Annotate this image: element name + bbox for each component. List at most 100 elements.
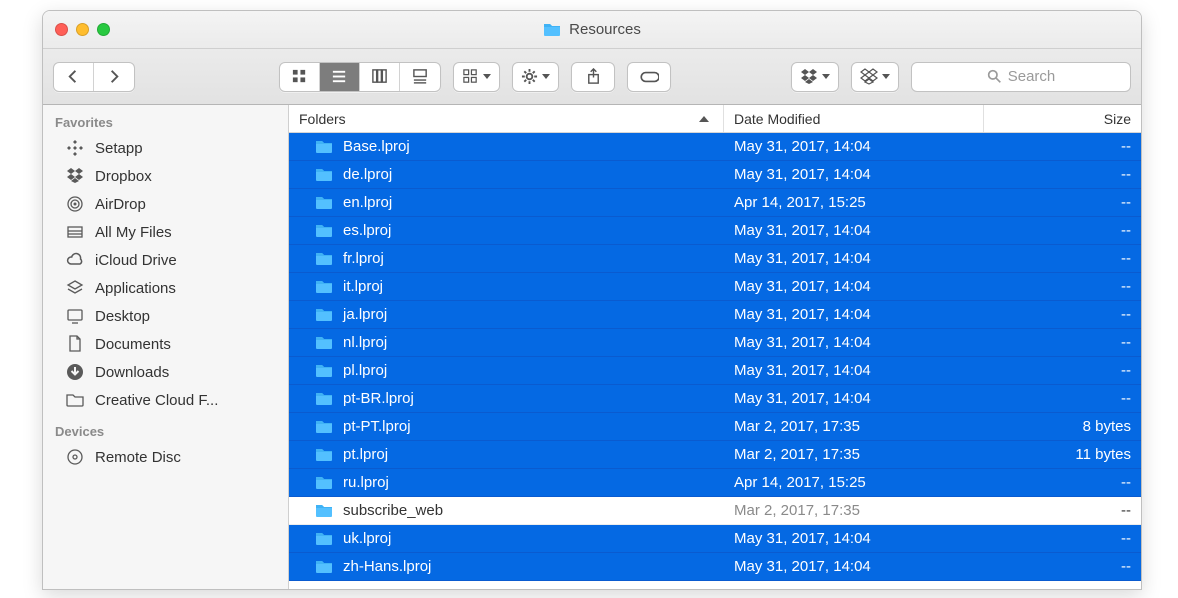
folder-sel-icon [315,362,333,380]
action-button[interactable] [512,62,559,92]
cell-name: pt-BR.lproj [289,385,724,412]
table-row[interactable]: ja.lprojMay 31, 2017, 14:04-- [289,301,1141,329]
file-name: fr.lproj [343,250,384,267]
share-button[interactable] [571,62,615,92]
column-header-date[interactable]: Date Modified [724,105,984,132]
table-row[interactable]: de.lprojMay 31, 2017, 14:04-- [289,161,1141,189]
sidebar-item[interactable]: Desktop [43,302,288,330]
column-header-name[interactable]: Folders [289,105,724,132]
sidebar-item[interactable]: Remote Disc [43,443,288,471]
file-name: zh-Hans.lproj [343,558,431,575]
folder-sel-icon [315,194,333,212]
folder-sel-icon [315,474,333,492]
cell-size: -- [984,161,1141,188]
table-row[interactable]: pt.lprojMar 2, 2017, 17:3511 bytes [289,441,1141,469]
sidebar: FavoritesSetappDropboxAirDropAll My File… [43,105,289,589]
maximize-button[interactable] [97,23,110,36]
documents-icon [65,335,85,353]
folder-sel-icon [315,418,333,436]
cell-size: -- [984,497,1141,524]
sidebar-item[interactable]: Downloads [43,358,288,386]
cell-name: uk.lproj [289,525,724,552]
cell-size: 11 bytes [984,441,1141,468]
cell-date: May 31, 2017, 14:04 [724,357,984,384]
table-row[interactable]: uk.lprojMay 31, 2017, 14:04-- [289,525,1141,553]
arrange-icon [462,68,479,85]
chevron-down-icon [483,74,491,79]
minimize-button[interactable] [76,23,89,36]
sidebar-item-label: All My Files [95,224,172,241]
sidebar-item[interactable]: Applications [43,274,288,302]
coverflow-view-button[interactable] [400,63,440,91]
folder-sel-icon [315,222,333,240]
sidebar-item[interactable]: Dropbox [43,162,288,190]
dropbox-icon [800,68,818,86]
cell-date: Apr 14, 2017, 15:25 [724,469,984,496]
table-row[interactable]: Base.lprojMay 31, 2017, 14:04-- [289,133,1141,161]
table-row[interactable]: nl.lprojMay 31, 2017, 14:04-- [289,329,1141,357]
search-field[interactable]: Search [911,62,1131,92]
table-row[interactable]: ru.lprojApr 14, 2017, 15:25-- [289,469,1141,497]
table-row[interactable]: subscribe_webMar 2, 2017, 17:35-- [289,497,1141,525]
column-view-button[interactable] [360,63,400,91]
allfiles-icon [65,223,85,241]
table-row[interactable]: en.lprojApr 14, 2017, 15:25-- [289,189,1141,217]
sidebar-item-label: Documents [95,336,171,353]
cell-name: fr.lproj [289,245,724,272]
folder-sel-icon [315,250,333,268]
arrange-button[interactable] [453,62,500,92]
titlebar: Resources [43,11,1141,49]
cell-name: ja.lproj [289,301,724,328]
folder-sel-icon [315,530,333,548]
cell-size: -- [984,189,1141,216]
table-row[interactable]: es.lprojMay 31, 2017, 14:04-- [289,217,1141,245]
forward-button[interactable] [94,63,134,91]
rows-container: Base.lprojMay 31, 2017, 14:04--de.lprojM… [289,133,1141,589]
table-row[interactable]: fr.lprojMay 31, 2017, 14:04-- [289,245,1141,273]
file-name: de.lproj [343,166,392,183]
sidebar-item[interactable]: AirDrop [43,190,288,218]
search-placeholder: Search [1008,68,1056,85]
table-row[interactable]: it.lprojMay 31, 2017, 14:04-- [289,273,1141,301]
setapp-icon [65,139,85,157]
sidebar-item[interactable]: Creative Cloud F... [43,386,288,414]
back-button[interactable] [54,63,94,91]
table-row[interactable]: pl.lprojMay 31, 2017, 14:04-- [289,357,1141,385]
dropbox-menu-button[interactable] [791,62,839,92]
close-button[interactable] [55,23,68,36]
sidebar-item[interactable]: Documents [43,330,288,358]
chevron-down-icon [542,74,550,79]
file-name: Base.lproj [343,138,410,155]
cell-size: -- [984,385,1141,412]
cell-date: May 31, 2017, 14:04 [724,301,984,328]
cell-name: ru.lproj [289,469,724,496]
table-row[interactable]: pt-PT.lprojMar 2, 2017, 17:358 bytes [289,413,1141,441]
sidebar-item[interactable]: Setapp [43,134,288,162]
file-name: subscribe_web [343,502,443,519]
icon-view-button[interactable] [280,63,320,91]
cell-size: -- [984,301,1141,328]
table-row[interactable]: zh-Hans.lprojMay 31, 2017, 14:04-- [289,553,1141,581]
tags-button[interactable] [627,62,671,92]
cell-size: -- [984,329,1141,356]
sidebar-item-label: AirDrop [95,196,146,213]
sidebar-item[interactable]: iCloud Drive [43,246,288,274]
sidebar-item[interactable]: All My Files [43,218,288,246]
body: FavoritesSetappDropboxAirDropAll My File… [43,105,1141,589]
sidebar-item-label: Desktop [95,308,150,325]
folder-sel-icon [315,278,333,296]
cell-size: -- [984,525,1141,552]
file-name: pt-BR.lproj [343,390,414,407]
sidebar-item-label: Applications [95,280,176,297]
sidebar-section-header: Devices [43,414,288,443]
dropbox-secondary-button[interactable] [851,62,899,92]
view-group [279,62,441,92]
cell-size: -- [984,469,1141,496]
tag-icon [639,70,659,84]
downloads-icon [65,363,85,381]
sidebar-item-label: Creative Cloud F... [95,392,218,409]
table-row[interactable]: pt-BR.lprojMay 31, 2017, 14:04-- [289,385,1141,413]
column-header-size[interactable]: Size [984,105,1141,132]
list-view-button[interactable] [320,63,360,91]
cell-name: pl.lproj [289,357,724,384]
